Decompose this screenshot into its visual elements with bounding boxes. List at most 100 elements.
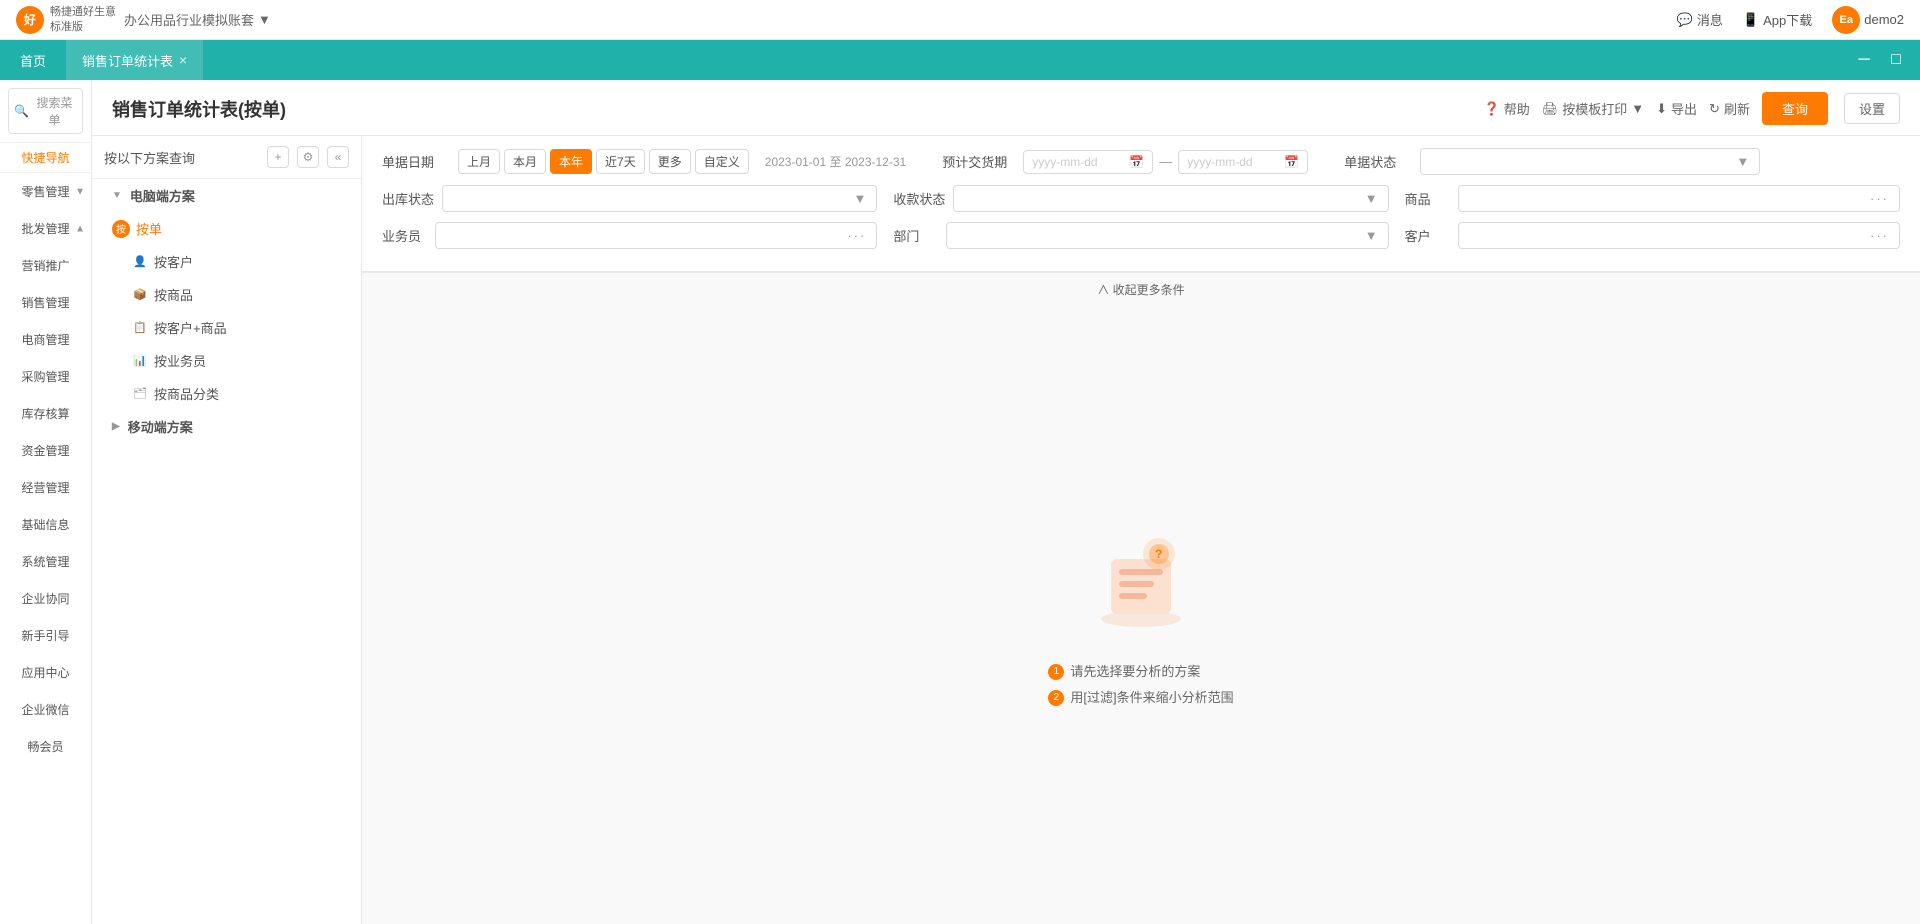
left-panel: 按以下方案查询 + ⚙ « ▼ 电脑端方案 按 按单 � [92, 136, 362, 924]
topbar-right: 💬 消息 📱 App下载 Ea demo2 [1677, 6, 1904, 34]
tree-node-salesperson[interactable]: 📊 按业务员 [92, 344, 361, 377]
settings-button[interactable]: 设置 [1844, 93, 1900, 124]
date-btn-this-month[interactable]: 本月 [504, 149, 546, 174]
sidebar-item-operations[interactable]: 经营管理 [0, 469, 91, 506]
sidebar-item-finance[interactable]: 资金管理 [0, 432, 91, 469]
sidebar-item-system[interactable]: 系统管理 [0, 543, 91, 580]
retail-label: 零售管理 [21, 183, 69, 200]
sidebar-search-area: 🔍 搜索菜单 [0, 80, 91, 143]
salesperson-more-icon: ··· [847, 228, 866, 243]
receipt-status-select[interactable]: ▼ [953, 185, 1388, 212]
customer-input[interactable]: ··· [1458, 222, 1900, 249]
sidebar-item-retail[interactable]: 零售管理 ▼ [0, 173, 91, 210]
sidebar-item-purchase[interactable]: 采购管理 [0, 358, 91, 395]
filter-row-3: 业务员 ··· 部门 ▼ [382, 222, 1900, 249]
sidebar-item-inventory[interactable]: 库存核算 [0, 395, 91, 432]
help-btn[interactable]: ❓ 帮助 [1484, 99, 1530, 118]
bill-status-chevron-icon: ▼ [1736, 154, 1749, 169]
user-menu[interactable]: Ea demo2 [1832, 6, 1904, 34]
filter-area: 单据日期 上月 本月 本年 近7天 更多 自定义 2023-01-01 至 20… [362, 136, 1920, 272]
tree-node-order[interactable]: 按 按单 [92, 212, 361, 245]
quick-nav-btn[interactable]: 快捷导航 [0, 143, 91, 173]
avatar: Ea [1832, 6, 1860, 34]
tree-node-cust-goods[interactable]: 📋 按客户+商品 [92, 311, 361, 344]
app-download-btn[interactable]: 📱 App下载 [1743, 10, 1812, 29]
print-icon: 🖨 [1542, 101, 1559, 117]
content-area: 销售订单统计表(按单) ❓ 帮助 🖨 按模板打印 ▼ ⬇ 导出 ↻ 刷新 [92, 80, 1920, 924]
print-chevron-icon: ▼ [1631, 101, 1644, 116]
sidebar-item-guide[interactable]: 新手引导 [0, 617, 91, 654]
expected-date-end-input[interactable]: yyyy-mm-dd 📅 [1178, 150, 1308, 174]
receipt-status-label: 收款状态 [893, 189, 945, 208]
dept-field: 部门 ▼ [893, 222, 1388, 249]
body-area: 按以下方案查询 + ⚙ « ▼ 电脑端方案 按 按单 � [92, 136, 1920, 924]
date-btn-this-year[interactable]: 本年 [550, 149, 592, 174]
left-panel-icons: + ⚙ « [267, 146, 349, 168]
tree-group-mobile[interactable]: ▶ 移动端方案 [92, 410, 361, 443]
date-btn-custom[interactable]: 自定义 [695, 149, 749, 174]
topbar-left: 好 畅捷通好生意 标准版 办公用品行业模拟账套 ▼ [16, 5, 271, 34]
settings-scheme-btn[interactable]: ⚙ [297, 146, 319, 168]
tree-node-goods[interactable]: 📦 按商品 [92, 278, 361, 311]
tab-home[interactable]: 首页 [0, 40, 66, 80]
add-scheme-btn[interactable]: + [267, 146, 289, 168]
tree-group-pc[interactable]: ▼ 电脑端方案 [92, 179, 361, 212]
empty-tips: 1 请先选择要分析的方案 2 用[过滤]条件来缩小分析范围 [1048, 659, 1233, 711]
collapse-more-conditions[interactable]: ∧ 收起更多条件 [362, 272, 1920, 306]
export-btn[interactable]: ⬇ 导出 [1656, 99, 1697, 118]
print-btn[interactable]: 🖨 按模板打印 ▼ [1542, 99, 1644, 118]
receipt-status-field: 收款状态 ▼ [893, 185, 1388, 212]
tab-sales-order-stats[interactable]: 销售订单统计表 × [66, 40, 203, 80]
sidebar-item-ecommerce[interactable]: 电商管理 [0, 321, 91, 358]
page-header-actions: ❓ 帮助 🖨 按模板打印 ▼ ⬇ 导出 ↻ 刷新 查询 设置 [1484, 92, 1900, 135]
sidebar-item-member[interactable]: 畅会员 [0, 728, 91, 765]
tab-actions: ─ □ [1852, 48, 1920, 72]
page-header: 销售订单统计表(按单) ❓ 帮助 🖨 按模板打印 ▼ ⬇ 导出 ↻ 刷新 [92, 80, 1920, 136]
collapse-panel-btn[interactable]: « [327, 146, 349, 168]
tab-close-icon[interactable]: × [179, 52, 187, 68]
customer-icon: 👤 [132, 254, 148, 270]
goods-icon: 📦 [132, 287, 148, 303]
left-panel-title: 按以下方案查询 [104, 148, 259, 167]
tab-minimize-icon[interactable]: ─ [1852, 48, 1876, 72]
expected-date-start-input[interactable]: yyyy-mm-dd 📅 [1023, 150, 1153, 174]
tabbar: 首页 销售订单统计表 × ─ □ [0, 40, 1920, 80]
calendar-end-icon: 📅 [1284, 155, 1299, 169]
date-btn-7days[interactable]: 近7天 [596, 149, 645, 174]
message-btn[interactable]: 💬 消息 [1677, 10, 1723, 29]
tree-node-customer[interactable]: 👤 按客户 [92, 245, 361, 278]
ship-status-select[interactable]: ▼ [442, 185, 877, 212]
sidebar-item-wechat[interactable]: 企业微信 [0, 691, 91, 728]
chevron-up-icon: ▲ [75, 223, 85, 234]
mobile-icon: 📱 [1743, 12, 1759, 28]
cust-goods-icon: 📋 [132, 320, 148, 336]
message-icon: 💬 [1677, 12, 1693, 28]
refresh-btn[interactable]: ↻ 刷新 [1709, 99, 1750, 118]
date-btn-more[interactable]: 更多 [649, 149, 691, 174]
sidebar-item-wholesale[interactable]: 批发管理 ▲ [0, 210, 91, 247]
goods-input[interactable]: ··· [1458, 185, 1900, 212]
sidebar-item-marketing[interactable]: 营销推广 [0, 247, 91, 284]
sidebar-item-enterprise[interactable]: 企业协同 [0, 580, 91, 617]
customer-label: 客户 [1405, 226, 1450, 245]
date-range-btns: 上月 本月 本年 近7天 更多 自定义 [458, 149, 749, 174]
goods-more-icon: ··· [1870, 191, 1889, 206]
page-title: 销售订单统计表(按单) [112, 96, 286, 132]
sidebar-item-appstore[interactable]: 应用中心 [0, 654, 91, 691]
dept-select[interactable]: ▼ [946, 222, 1388, 249]
date-btn-last-month[interactable]: 上月 [458, 149, 500, 174]
sidebar-item-basic[interactable]: 基础信息 [0, 506, 91, 543]
tab-maximize-icon[interactable]: □ [1884, 48, 1908, 72]
topbar: 好 畅捷通好生意 标准版 办公用品行业模拟账套 ▼ 💬 消息 📱 App下载 E… [0, 0, 1920, 40]
breadcrumb[interactable]: 办公用品行业模拟账套 ▼ [124, 10, 271, 29]
tree-node-goods-category[interactable]: 🗂 按商品分类 [92, 377, 361, 410]
receipt-chevron-icon: ▼ [1365, 191, 1378, 206]
bill-status-select[interactable]: ▼ [1420, 148, 1760, 175]
date-separator: — [1159, 154, 1172, 169]
search-menu-btn[interactable]: 🔍 搜索菜单 [8, 88, 83, 134]
salesperson-input[interactable]: ··· [435, 222, 877, 249]
customer-field: 客户 ··· [1405, 222, 1900, 249]
dept-chevron-icon: ▼ [1365, 228, 1378, 243]
query-button[interactable]: 查询 [1762, 92, 1828, 125]
sidebar-item-sales[interactable]: 销售管理 [0, 284, 91, 321]
